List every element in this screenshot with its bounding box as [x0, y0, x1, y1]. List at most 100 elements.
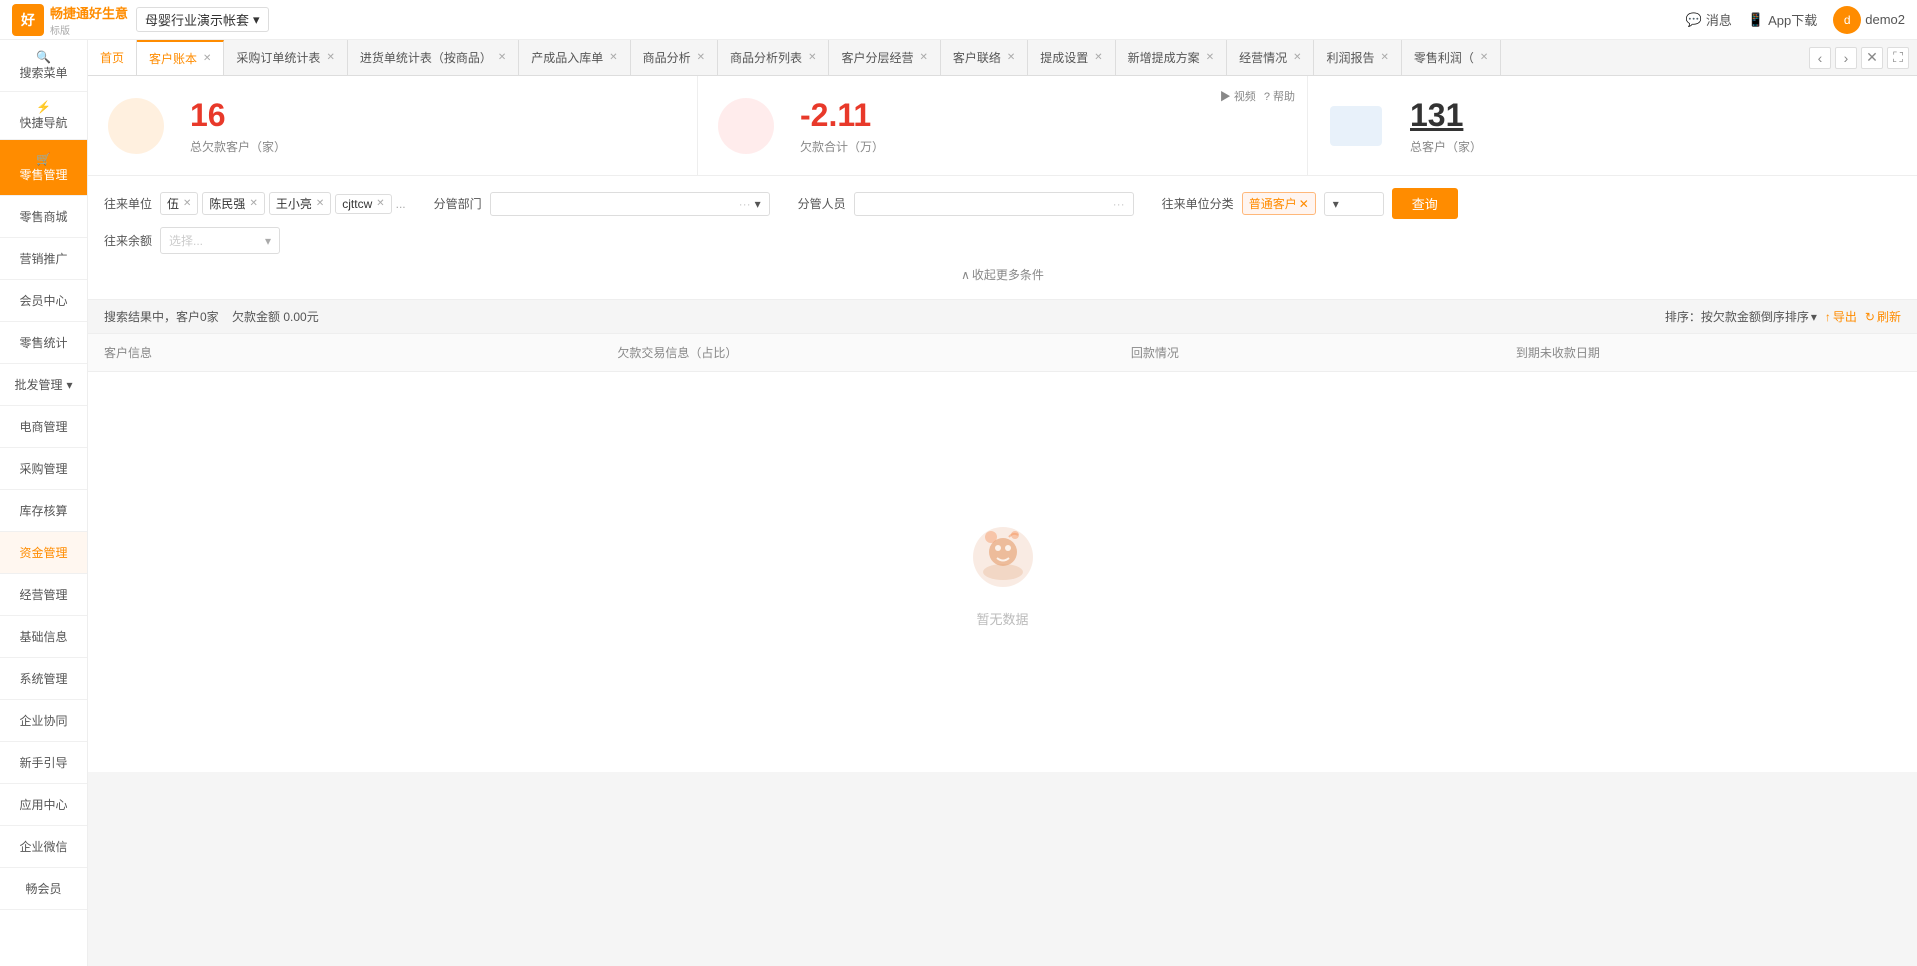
tab-maximize-button[interactable]: ⛶ [1887, 47, 1909, 69]
stat-customers-text: 16 总欠款客户（家） [190, 96, 286, 155]
refresh-icon: ↻ [1865, 310, 1875, 324]
category-label: 往来单位分类 [1162, 195, 1234, 212]
unit-tag-0[interactable]: 伍 ✕ [160, 192, 198, 215]
tab-close-profit-report[interactable]: ✕ [1381, 52, 1389, 63]
collapse-row: ∧ 收起更多条件 [104, 262, 1901, 287]
stat-item-customers: ¥ 16 总欠款客户（家） [88, 76, 698, 175]
sidebar-item-retail-mall[interactable]: 零售商城 [0, 196, 87, 238]
tab-production-inbound[interactable]: 产成品入库单 ✕ [519, 40, 630, 76]
export-button[interactable]: ↑ 导出 [1825, 308, 1857, 325]
tab-close-product-analysis[interactable]: ✕ [697, 52, 705, 63]
sidebar-item-retail-mgmt[interactable]: 🛒 零售管理 [0, 140, 87, 196]
app-download-button[interactable]: 📱 App下载 [1748, 10, 1817, 29]
person-select[interactable]: ··· [854, 192, 1134, 216]
sidebar-item-enterprise-collab[interactable]: 企业协同 [0, 700, 87, 742]
tab-close-retail-profit[interactable]: ✕ [1480, 52, 1488, 63]
topbar-right: 💬 消息 📱 App下载 d demo2 [1686, 6, 1905, 34]
tab-next-button[interactable]: › [1835, 47, 1857, 69]
sidebar-item-app-center[interactable]: 应用中心 [0, 784, 87, 826]
sidebar-item-inventory[interactable]: 库存核算 [0, 490, 87, 532]
category-select[interactable]: ▾ [1324, 192, 1384, 216]
sidebar-item-retail-stats[interactable]: 零售统计 [0, 322, 87, 364]
tab-close-purchase-order[interactable]: ✕ [326, 52, 334, 63]
sidebar-item-purchase[interactable]: 采购管理 [0, 448, 87, 490]
unit-tag-1-close[interactable]: ✕ [249, 198, 257, 209]
sidebar-item-finance[interactable]: 资金管理 [0, 532, 87, 574]
tab-customer-tier[interactable]: 客户分层经营 ✕ [829, 40, 940, 76]
unit-tag-1[interactable]: 陈民强 ✕ [202, 192, 264, 215]
chevron-down-icon-sort: ▾ [1811, 310, 1817, 324]
tab-close-product-analysis-list[interactable]: ✕ [808, 52, 816, 63]
col-repayment: 回款情况 [1131, 344, 1516, 361]
tab-close-new-promotion[interactable]: ✕ [1206, 52, 1214, 63]
sidebar-item-enterprise-wechat[interactable]: 企业微信 [0, 826, 87, 868]
tab-customer-account[interactable]: 客户账本 ✕ [137, 40, 224, 76]
category-tag-close[interactable]: ✕ [1299, 197, 1309, 211]
sidebar-item-new-guide[interactable]: 新手引导 [0, 742, 87, 784]
tab-close-production-inbound[interactable]: ✕ [609, 52, 617, 63]
tab-retail-profit[interactable]: 零售利润（ ✕ [1402, 40, 1501, 76]
tab-inbound-stats[interactable]: 进货单统计表（按商品） ✕ [348, 40, 519, 76]
tab-close-promotion-settings[interactable]: ✕ [1094, 52, 1102, 63]
topbar: 好 畅捷通好生意 标版 母婴行业演示帐套 ▾ 💬 消息 📱 App下载 d de… [0, 0, 1917, 40]
sidebar-item-system[interactable]: 系统管理 [0, 658, 87, 700]
stat-item-total: 131 总客户（家） [1308, 76, 1917, 175]
sidebar-item-wholesale-mgmt[interactable]: 批发管理 ▾ [0, 364, 87, 406]
dept-select[interactable]: ··· ▾ [490, 192, 770, 216]
tab-purchase-order[interactable]: 采购订单统计表 ✕ [224, 40, 347, 76]
refresh-button[interactable]: ↻ 刷新 [1865, 308, 1901, 325]
tab-close-business-status[interactable]: ✕ [1293, 52, 1301, 63]
tab-customer-contact[interactable]: 客户联络 ✕ [941, 40, 1028, 76]
svg-text:¥: ¥ [128, 113, 143, 140]
tab-close-customer-contact[interactable]: ✕ [1007, 52, 1015, 63]
sidebar-item-member-center[interactable]: 会员中心 [0, 280, 87, 322]
unit-tag-more[interactable]: ... [396, 197, 406, 211]
unit-tag-0-close[interactable]: ✕ [183, 198, 191, 209]
sidebar-item-marketing[interactable]: 营销推广 [0, 238, 87, 280]
tab-prev-button[interactable]: ‹ [1809, 47, 1831, 69]
category-tag[interactable]: 普通客户 ✕ [1242, 192, 1316, 215]
unit-tag-3[interactable]: cjttcw ✕ [335, 194, 391, 214]
tab-business-status[interactable]: 经营情况 ✕ [1227, 40, 1314, 76]
tab-new-promotion[interactable]: 新增提成方案 ✕ [1116, 40, 1227, 76]
sidebar-item-quick-nav[interactable]: ⚡ 快捷导航 [0, 92, 87, 140]
logo-icon: 好 [12, 4, 44, 36]
query-button[interactable]: 查询 [1392, 188, 1458, 219]
message-button[interactable]: 💬 消息 [1686, 10, 1732, 29]
tab-close-all-button[interactable]: ✕ [1861, 47, 1883, 69]
stat-amount-text: -2.11 欠款合计（万） [800, 96, 884, 155]
sidebar-item-ecommerce[interactable]: 电商管理 [0, 406, 87, 448]
chevron-icon: ▾ [66, 378, 72, 392]
phone-icon: 📱 [1748, 12, 1764, 28]
collapse-button[interactable]: ∧ 收起更多条件 [104, 266, 1901, 283]
table-body: 暂无数据 [88, 372, 1917, 772]
unit-tag-2-close[interactable]: ✕ [316, 198, 324, 209]
tab-promotion-settings[interactable]: 提成设置 ✕ [1028, 40, 1115, 76]
sidebar-item-pro-member[interactable]: 畅会员 [0, 868, 87, 910]
video-link[interactable]: ▶ 视频 [1220, 88, 1256, 104]
topbar-left: 好 畅捷通好生意 标版 母婴行业演示帐套 ▾ [12, 3, 269, 37]
sidebar-item-operations[interactable]: 经营管理 [0, 574, 87, 616]
tab-home[interactable]: 首页 [88, 40, 137, 76]
stat-customers-value: 16 [190, 96, 286, 134]
sidebar-item-search[interactable]: 🔍 搜索菜单 [0, 40, 87, 92]
enterprise-select[interactable]: 母婴行业演示帐套 ▾ [136, 7, 269, 32]
unit-tag-3-close[interactable]: ✕ [376, 198, 384, 209]
help-link[interactable]: ? 帮助 [1264, 88, 1295, 104]
tab-product-analysis[interactable]: 商品分析 ✕ [631, 40, 718, 76]
balance-input[interactable]: 选择... ▾ [160, 227, 280, 254]
sidebar-item-basic-info[interactable]: 基础信息 [0, 616, 87, 658]
empty-text: 暂无数据 [963, 609, 1043, 628]
chevron-up-icon: ∧ [961, 268, 970, 282]
stats-row: ¥ 16 总欠款客户（家） [88, 76, 1917, 176]
user-avatar[interactable]: d demo2 [1833, 6, 1905, 34]
sort-select[interactable]: 排序：按欠款金额倒序排序 ▾ [1665, 308, 1817, 325]
tab-close-inbound-stats[interactable]: ✕ [498, 52, 506, 63]
tab-product-analysis-list[interactable]: 商品分析列表 ✕ [718, 40, 829, 76]
tab-profit-report[interactable]: 利润报告 ✕ [1314, 40, 1401, 76]
tab-close-customer-tier[interactable]: ✕ [919, 52, 927, 63]
unit-tag-2[interactable]: 王小亮 ✕ [269, 192, 331, 215]
tab-close-customer-account[interactable]: ✕ [203, 53, 211, 64]
balance-label: 往来余额 [104, 232, 152, 249]
col-due-date: 到期未收款日期 [1516, 344, 1901, 361]
